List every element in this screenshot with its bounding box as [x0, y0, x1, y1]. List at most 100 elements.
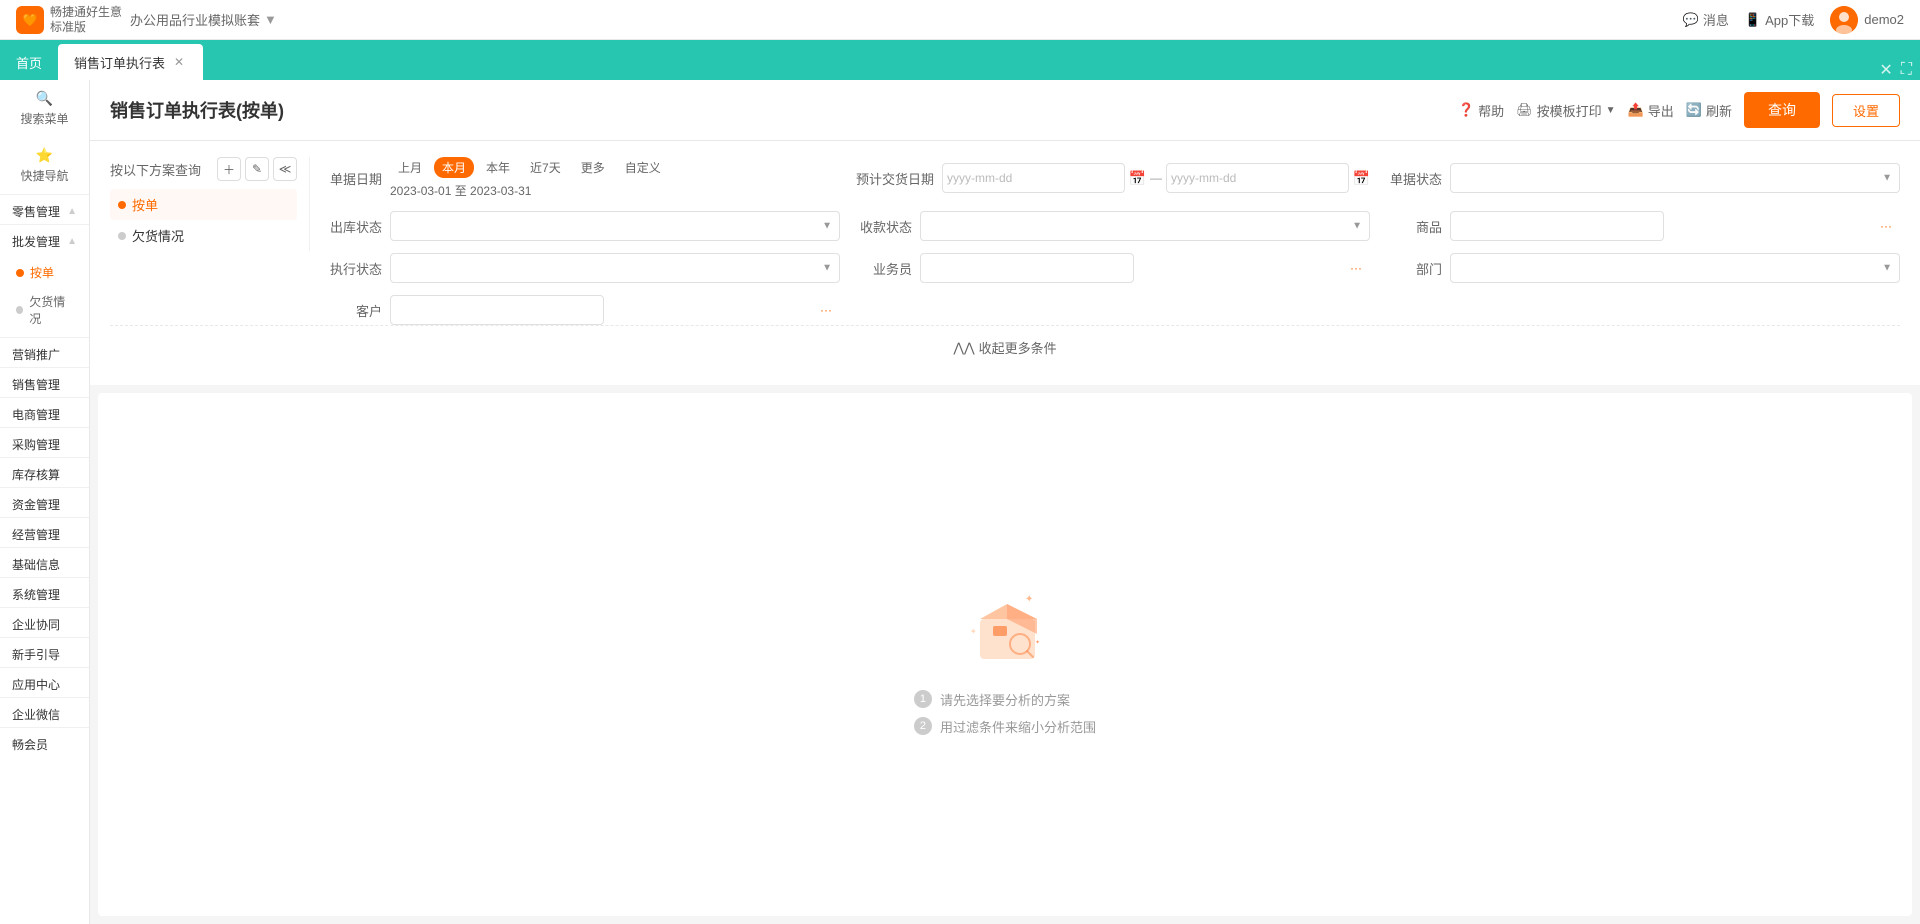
- salesperson-picker-icon[interactable]: ···: [1350, 261, 1362, 275]
- empty-tip-1: 1 请先选择要分析的方案: [914, 690, 1096, 709]
- filter-row-4: 客户 ···: [326, 295, 1900, 325]
- page-header: 销售订单执行表(按单) ❓ 帮助 🖨 按模板打印 ▼ 📤 导出 🔄 刷新: [90, 80, 1920, 141]
- add-scheme-button[interactable]: ＋: [217, 157, 241, 181]
- delivery-date-from[interactable]: yyyy-mm-dd: [942, 163, 1125, 193]
- delivery-date-to[interactable]: yyyy-mm-dd: [1166, 163, 1349, 193]
- department-select[interactable]: [1450, 253, 1900, 283]
- nav-tabs: 首页 销售订单执行表 ✕ ✕ ⛶: [0, 40, 1920, 80]
- tab-home[interactable]: 首页: [0, 44, 58, 80]
- tip-num-2: 2: [914, 717, 932, 735]
- breadcrumb: 办公用品行业模拟账套 ▼: [130, 10, 277, 29]
- topbar: 🧡 畅捷通好生意 标准版 办公用品行业模拟账套 ▼ 💬 消息 📱 App下载 d…: [0, 0, 1920, 40]
- sidebar-section-retail[interactable]: 零售管理 ▲: [0, 194, 89, 224]
- collection-status-select[interactable]: [920, 211, 1370, 241]
- sidebar-section-basic[interactable]: 基础信息: [0, 547, 89, 577]
- calendar-to-icon[interactable]: 📅: [1353, 170, 1370, 187]
- sidebar: 🔍 搜索菜单 ⭐ 快捷导航 零售管理 ▲ 批发管理 ▲ 按单 欠货情况 营销推: [0, 80, 90, 924]
- filter-row-1: 单据日期 上月 本月 本年 近7天 更多 自定义: [326, 157, 1900, 199]
- calendar-from-icon[interactable]: 📅: [1129, 170, 1146, 187]
- tab-sales-order-exec[interactable]: 销售订单执行表 ✕: [58, 44, 203, 80]
- sidebar-section-purchase[interactable]: 采购管理: [0, 427, 89, 457]
- product-picker-icon[interactable]: ···: [1880, 219, 1892, 233]
- sidebar-sub-wholesale: 按单 欠货情况: [0, 254, 89, 337]
- sidebar-section-enterprise[interactable]: 企业协同: [0, 607, 89, 637]
- content: 销售订单执行表(按单) ❓ 帮助 🖨 按模板打印 ▼ 📤 导出 🔄 刷新: [90, 80, 1920, 924]
- query-button[interactable]: 查询: [1744, 92, 1820, 128]
- sidebar-section-member[interactable]: 畅会员: [0, 727, 89, 757]
- help-button[interactable]: ❓ 帮助: [1458, 101, 1504, 120]
- sidebar-item-quicknav[interactable]: ⭐ 快捷导航: [0, 137, 89, 194]
- refresh-icon: 🔄: [1686, 102, 1702, 118]
- active-dot: [16, 269, 24, 277]
- collapse-scheme-button[interactable]: ≪: [273, 157, 297, 181]
- help-icon: ❓: [1458, 102, 1474, 118]
- customer-input[interactable]: [390, 295, 604, 325]
- refresh-button[interactable]: 🔄 刷新: [1686, 101, 1732, 120]
- date-btn-last-month[interactable]: 上月: [390, 157, 430, 178]
- scheme-inactive-dot: [118, 232, 126, 240]
- exec-status-select[interactable]: [390, 253, 840, 283]
- sidebar-item-owed[interactable]: 欠货情况: [0, 287, 89, 333]
- date-btn-this-month[interactable]: 本月: [434, 157, 474, 178]
- sidebar-item-order[interactable]: 按单: [0, 258, 89, 287]
- export-button[interactable]: 📤 导出: [1628, 101, 1674, 120]
- doc-status-select[interactable]: [1450, 163, 1900, 193]
- sidebar-section-marketing[interactable]: 营销推广: [0, 337, 89, 367]
- empty-tips: 1 请先选择要分析的方案 2 用过滤条件来缩小分析范围: [914, 690, 1096, 736]
- date-btn-custom[interactable]: 自定义: [617, 157, 669, 178]
- sidebar-section-guide[interactable]: 新手引导: [0, 637, 89, 667]
- customer-picker-icon[interactable]: ···: [820, 303, 832, 317]
- date-btn-this-year[interactable]: 本年: [478, 157, 518, 178]
- filter-collection-status: 收款状态 ▼: [856, 211, 1370, 241]
- chevron-icon: ▲: [67, 206, 77, 217]
- svg-text:✦: ✦: [1025, 594, 1033, 605]
- empty-illustration: ✦ ✦ ✦: [955, 574, 1055, 674]
- date-btn-7days[interactable]: 近7天: [522, 157, 569, 178]
- empty-tip-2: 2 用过滤条件来缩小分析范围: [914, 717, 1096, 736]
- sidebar-section-wholesale[interactable]: 批发管理 ▲: [0, 224, 89, 254]
- filter-scheme-panel: 按以下方案查询 ＋ ✎ ≪ 按单 欠货情况: [110, 157, 310, 251]
- filter-salesperson: 业务员 ···: [856, 253, 1370, 283]
- sidebar-section-system[interactable]: 系统管理: [0, 577, 89, 607]
- sidebar-section-ecommerce[interactable]: 电商管理: [0, 397, 89, 427]
- chevron-down-icon[interactable]: ▼: [264, 12, 277, 27]
- date-quick-btns: 上月 本月 本年 近7天 更多 自定义: [390, 157, 669, 178]
- sidebar-section-appstore[interactable]: 应用中心: [0, 667, 89, 697]
- logo-text: 畅捷通好生意 标准版: [50, 5, 122, 34]
- app-download-button[interactable]: 📱 App下载: [1745, 10, 1814, 29]
- collapse-more-button[interactable]: ⋀⋀ 收起更多条件: [941, 334, 1068, 361]
- message-button[interactable]: 💬 消息: [1683, 10, 1729, 29]
- setup-button[interactable]: 设置: [1832, 94, 1900, 127]
- filter-scheme-title: 按以下方案查询 ＋ ✎ ≪: [110, 157, 297, 181]
- sidebar-section-operations[interactable]: 经营管理: [0, 517, 89, 547]
- avatar: [1830, 6, 1858, 34]
- print-icon: 🖨: [1516, 102, 1533, 118]
- edit-scheme-button[interactable]: ✎: [245, 157, 269, 181]
- scheme-item-order[interactable]: 按单: [110, 189, 297, 220]
- sidebar-section-sales[interactable]: 销售管理: [0, 367, 89, 397]
- filter-area: 按以下方案查询 ＋ ✎ ≪ 按单 欠货情况: [90, 141, 1920, 385]
- close-window-icon[interactable]: ✕: [1879, 60, 1892, 80]
- sidebar-item-search[interactable]: 🔍 搜索菜单: [0, 80, 89, 137]
- delivery-status-select[interactable]: [390, 211, 840, 241]
- topbar-right: 💬 消息 📱 App下载 demo2: [1683, 6, 1904, 34]
- template-print-button[interactable]: 🖨 按模板打印 ▼: [1516, 101, 1615, 120]
- sidebar-section-finance[interactable]: 资金管理: [0, 487, 89, 517]
- filter-customer: 客户 ···: [326, 295, 840, 325]
- collapse-icon: ⋀⋀: [953, 340, 974, 356]
- user-menu[interactable]: demo2: [1830, 6, 1904, 34]
- sidebar-section-wechat[interactable]: 企业微信: [0, 697, 89, 727]
- date-btn-more[interactable]: 更多: [573, 157, 613, 178]
- nav-tabs-right: ✕ ⛶: [1871, 60, 1920, 80]
- product-input[interactable]: [1450, 211, 1664, 241]
- maximize-icon[interactable]: ⛶: [1901, 61, 1912, 79]
- filter-delivery-status: 出库状态 ▼: [326, 211, 840, 241]
- svg-text:✦: ✦: [970, 627, 977, 636]
- tab-close-icon[interactable]: ✕: [171, 54, 187, 70]
- sidebar-section-inventory[interactable]: 库存核算: [0, 457, 89, 487]
- svg-text:✦: ✦: [1035, 639, 1040, 646]
- scheme-item-owed[interactable]: 欠货情况: [110, 220, 297, 251]
- inactive-dot: [16, 306, 23, 314]
- filter-department: 部门 ▼: [1386, 253, 1900, 283]
- salesperson-input[interactable]: [920, 253, 1134, 283]
